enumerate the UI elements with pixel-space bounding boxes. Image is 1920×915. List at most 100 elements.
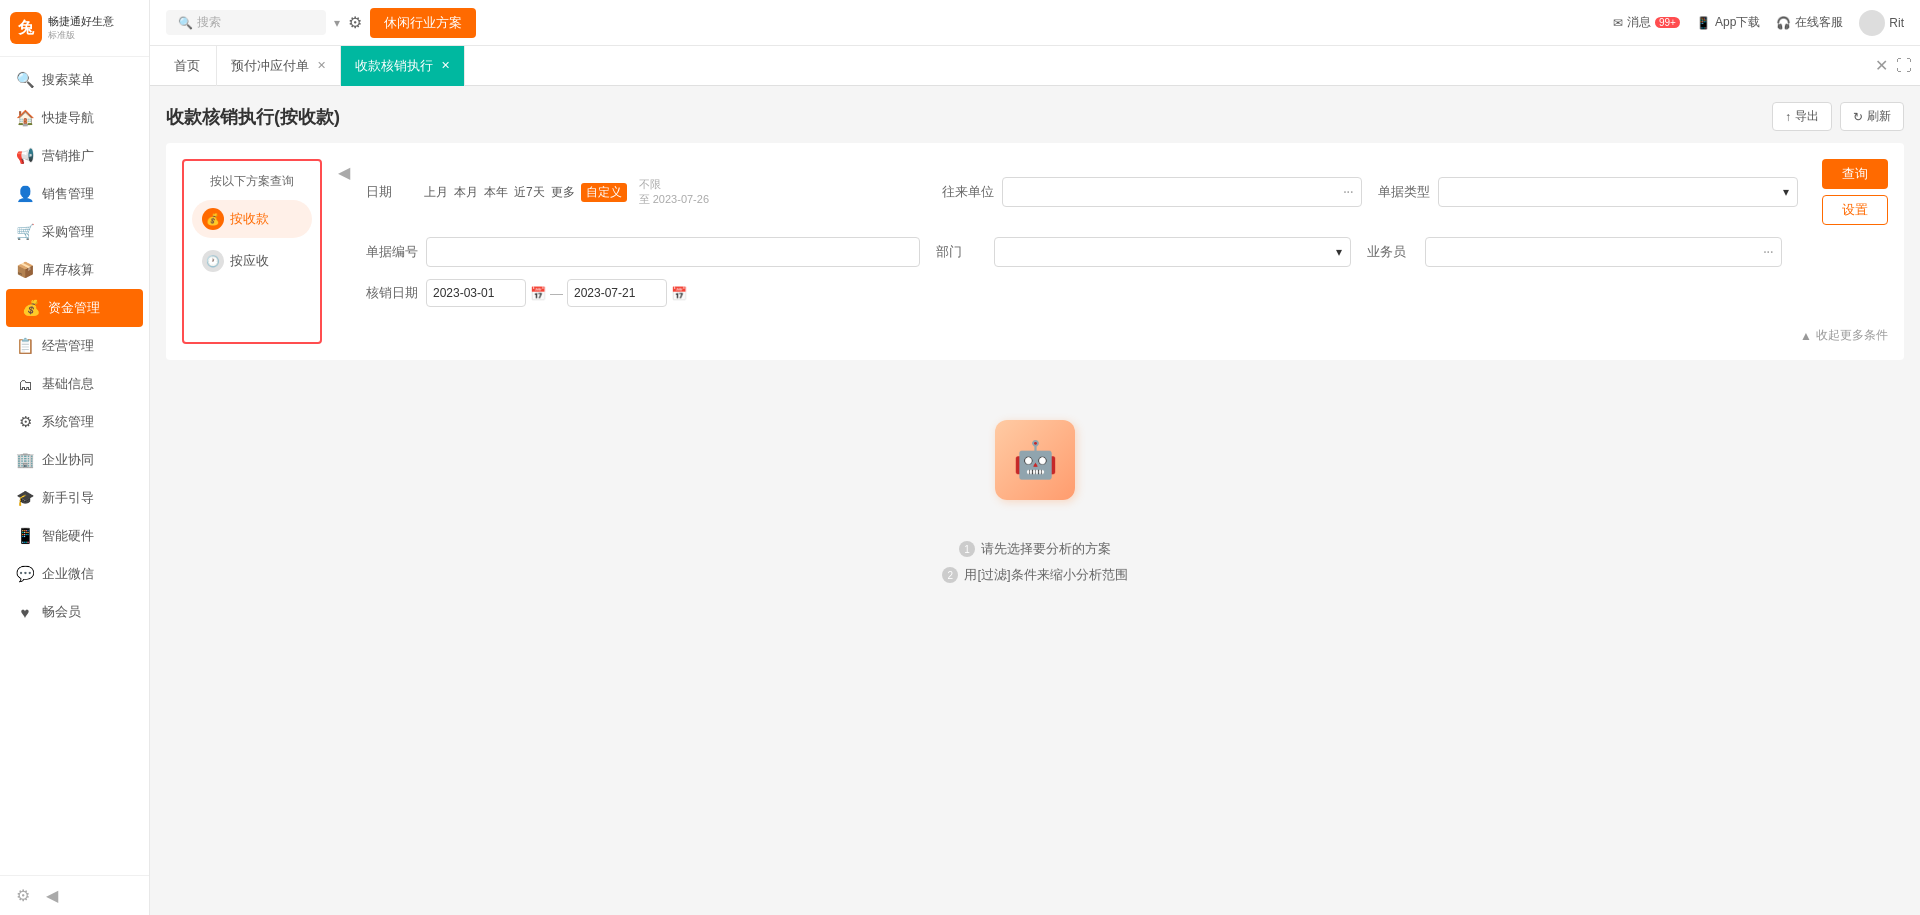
this-month-btn[interactable]: 本月: [454, 184, 478, 201]
sidebar-label-enterprise: 企业协同: [42, 451, 94, 469]
system-icon: ⚙: [16, 413, 34, 431]
solution-button[interactable]: 休闲行业方案: [370, 8, 476, 38]
search-icon: 🔍: [178, 16, 193, 30]
bill-type-label: 单据类型: [1378, 183, 1430, 201]
export-button[interactable]: ↑ 导出: [1772, 102, 1832, 131]
refresh-label: 刷新: [1867, 108, 1891, 125]
tab-receipt[interactable]: 收款核销执行 ✕: [341, 46, 465, 86]
more-dates-btn[interactable]: 更多: [551, 184, 575, 201]
collapse-more-conditions[interactable]: ▲ 收起更多条件: [366, 327, 1888, 344]
user-action[interactable]: Rit: [1859, 10, 1904, 36]
settings-footer-icon[interactable]: ⚙: [16, 886, 30, 905]
sidebar-item-wechat[interactable]: 💬 企业微信: [0, 555, 149, 593]
refresh-icon: ↻: [1853, 110, 1863, 124]
app-download-action[interactable]: 📱 App下载: [1696, 14, 1760, 31]
verify-calendar-start-icon[interactable]: 📅: [530, 286, 546, 301]
guide-icon: 🎓: [16, 489, 34, 507]
collapse-sidebar-icon[interactable]: ◀: [46, 886, 58, 905]
app-download-icon: 📱: [1696, 16, 1711, 30]
settings-button[interactable]: 设置: [1822, 195, 1888, 225]
wechat-icon: 💬: [16, 565, 34, 583]
verify-date-start-input[interactable]: [426, 279, 526, 307]
last-month-btn[interactable]: 上月: [424, 184, 448, 201]
verify-date-end-input[interactable]: [567, 279, 667, 307]
sidebar-item-marketing[interactable]: 📢 营销推广: [0, 137, 149, 175]
message-icon: ✉: [1613, 16, 1623, 30]
collapse-area: ◀: [334, 159, 354, 344]
form-rows: 日期 上月 本月 本年 近7天 更多 自定义 不限: [366, 159, 1888, 344]
filter-by-receivable[interactable]: 🕐 按应收: [192, 242, 312, 280]
verify-date-range: 📅 — 📅: [426, 279, 687, 307]
sidebar-label-inventory: 库存核算: [42, 261, 94, 279]
staff-select[interactable]: ···: [1425, 237, 1782, 267]
verify-date-label: 核销日期: [366, 284, 418, 302]
form-row-3: 核销日期 📅 — 📅: [366, 279, 1888, 307]
bill-type-field: 单据类型 ▾: [1378, 177, 1798, 207]
tab-home[interactable]: 首页: [158, 46, 217, 86]
page-actions: ↑ 导出 ↻ 刷新: [1772, 102, 1904, 131]
this-year-btn[interactable]: 本年: [484, 184, 508, 201]
verify-calendar-end-icon[interactable]: 📅: [671, 286, 687, 301]
last-7-days-btn[interactable]: 近7天: [514, 184, 545, 201]
sidebar-item-quick-nav[interactable]: 🏠 快捷导航: [0, 99, 149, 137]
sidebar-item-sales[interactable]: 👤 销售管理: [0, 175, 149, 213]
sidebar-item-inventory[interactable]: 📦 库存核算: [0, 251, 149, 289]
tab-expand-icon[interactable]: ⛶: [1896, 57, 1912, 75]
inventory-icon: 📦: [16, 261, 34, 279]
online-service-action[interactable]: 🎧 在线客服: [1776, 14, 1843, 31]
tab-prepay-label: 预付冲应付单: [231, 57, 309, 75]
tab-close-all-icon[interactable]: ✕: [1875, 56, 1888, 75]
bill-type-select[interactable]: ▾: [1438, 177, 1798, 207]
tabbar-right: ✕ ⛶: [1875, 56, 1912, 75]
sidebar-item-finance[interactable]: 💰 资金管理: [6, 289, 143, 327]
sidebar-label-guide: 新手引导: [42, 489, 94, 507]
tab-prepay-close[interactable]: ✕: [317, 59, 326, 72]
online-service-label: 在线客服: [1795, 14, 1843, 31]
sales-icon: 👤: [16, 185, 34, 203]
filter-by-receipt[interactable]: 💰 按收款: [192, 200, 312, 238]
dept-select[interactable]: ▾: [994, 237, 1351, 267]
query-panel: 按以下方案查询 💰 按收款 🕐 按应收 ◀: [166, 143, 1904, 360]
custom-date-btn[interactable]: 自定义: [581, 183, 627, 202]
verify-date-field: 核销日期 📅 — 📅: [366, 279, 1888, 307]
hint-num-2: 2: [942, 567, 958, 583]
sidebar-item-guide[interactable]: 🎓 新手引导: [0, 479, 149, 517]
form-row-2: 单据编号 部门 ▾ 业务员: [366, 237, 1888, 267]
search-menu-icon: 🔍: [16, 71, 34, 89]
collapse-more-label: 收起更多条件: [1816, 327, 1888, 344]
dept-label: 部门: [936, 243, 986, 261]
sidebar-item-basic-info[interactable]: 🗂 基础信息: [0, 365, 149, 403]
sidebar-item-operation[interactable]: 📋 经营管理: [0, 327, 149, 365]
sidebar-label-basic-info: 基础信息: [42, 375, 94, 393]
topbar-gear-icon[interactable]: ⚙: [348, 13, 362, 32]
sidebar-item-search-menu[interactable]: 🔍 搜索菜单: [0, 61, 149, 99]
receipt-filter-icon: 💰: [202, 208, 224, 230]
counterpart-dots[interactable]: ···: [1343, 183, 1353, 201]
sidebar-item-system[interactable]: ⚙ 系统管理: [0, 403, 149, 441]
topbar-dropdown-icon[interactable]: ▾: [334, 16, 340, 30]
empty-illustration: 🤖: [985, 420, 1085, 520]
sidebar-item-member[interactable]: ♥ 畅会员: [0, 593, 149, 631]
page-title: 收款核销执行(按收款): [166, 105, 340, 129]
sidebar-item-hardware[interactable]: 📱 智能硬件: [0, 517, 149, 555]
enterprise-icon: 🏢: [16, 451, 34, 469]
tab-receipt-close[interactable]: ✕: [441, 59, 450, 72]
message-action[interactable]: ✉ 消息 99+: [1613, 14, 1680, 31]
export-icon: ↑: [1785, 110, 1791, 124]
topbar-search-box[interactable]: 🔍 搜索: [166, 10, 326, 35]
query-button[interactable]: 查询: [1822, 159, 1888, 189]
tabbar: 首页 预付冲应付单 ✕ 收款核销执行 ✕ ✕ ⛶: [150, 46, 1920, 86]
bill-no-input[interactable]: [426, 237, 920, 267]
logo-icon: 兔: [10, 12, 42, 44]
staff-dots[interactable]: ···: [1763, 243, 1773, 261]
refresh-button[interactable]: ↻ 刷新: [1840, 102, 1904, 131]
counterpart-select[interactable]: ···: [1002, 177, 1362, 207]
filter-panel: 按以下方案查询 💰 按收款 🕐 按应收: [182, 159, 322, 344]
tab-prepay[interactable]: 预付冲应付单 ✕: [217, 46, 341, 86]
counterpart-field: 往来单位 ···: [942, 177, 1362, 207]
collapse-filter-button[interactable]: ◀: [334, 163, 354, 182]
sidebar-item-purchase[interactable]: 🛒 采购管理: [0, 213, 149, 251]
message-label: 消息: [1627, 14, 1651, 31]
app-version: 标准版: [48, 29, 114, 42]
sidebar-item-enterprise[interactable]: 🏢 企业协同: [0, 441, 149, 479]
